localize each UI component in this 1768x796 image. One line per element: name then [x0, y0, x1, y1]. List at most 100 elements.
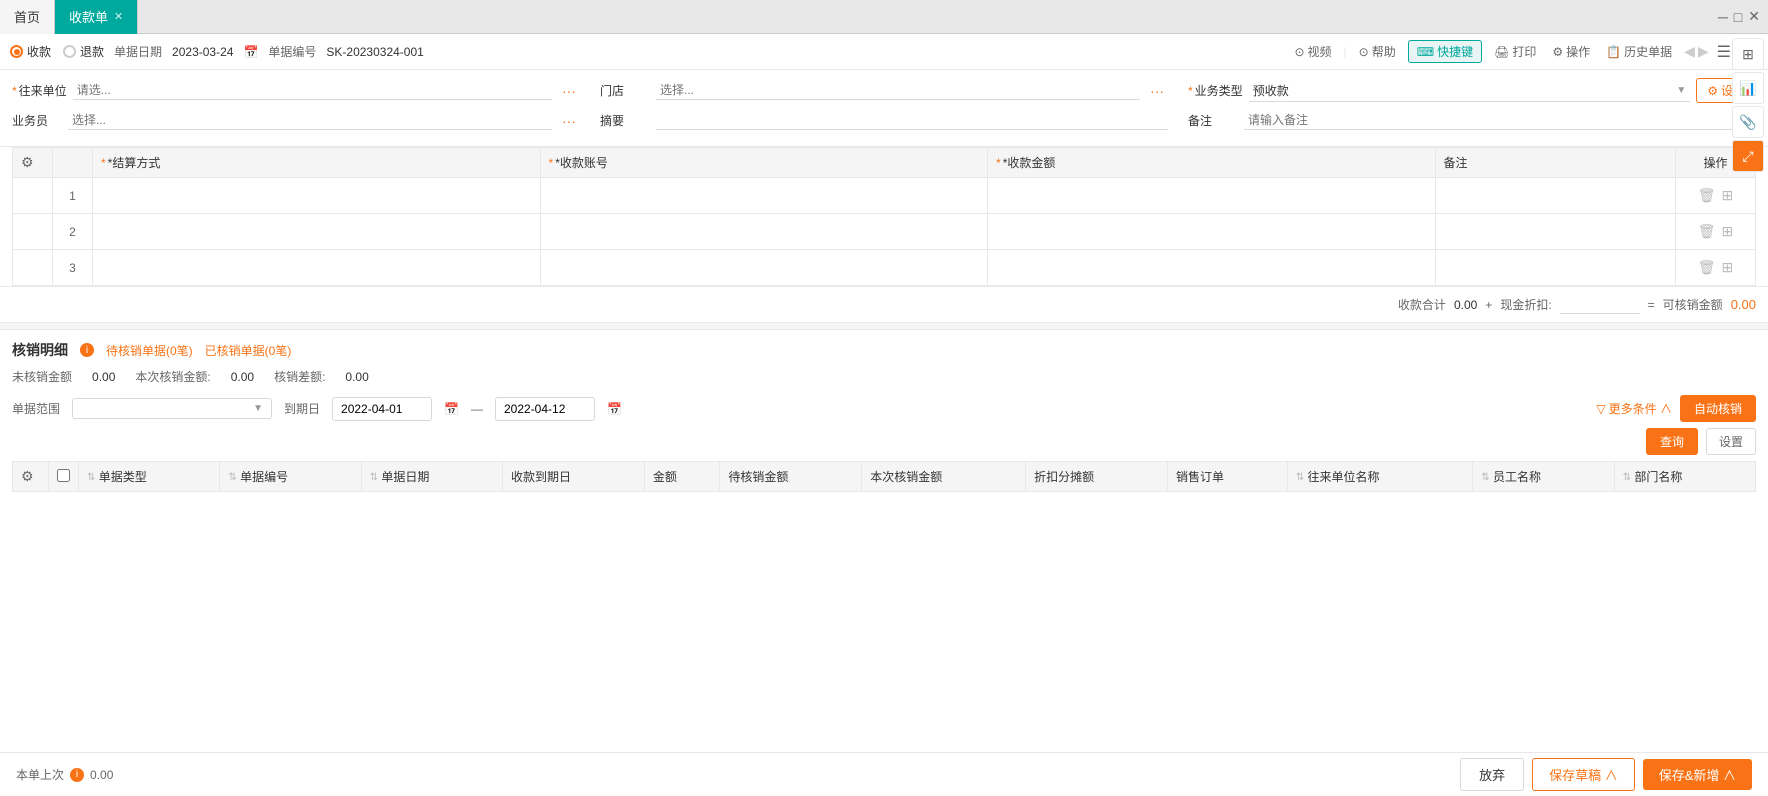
footer: 本单上次 i 0.00 放弃 保存草稿 ∧ 保存&新增 ∧	[0, 752, 1768, 796]
query-btn[interactable]: 查询	[1646, 428, 1698, 455]
abandon-btn[interactable]: 放弃	[1460, 758, 1524, 791]
row3-notes[interactable]	[1435, 250, 1675, 286]
sort-dept-icon: ⇅	[1623, 472, 1631, 483]
sort-bill-date-icon: ⇅	[370, 472, 378, 483]
row1-delete-icon[interactable]: 🗑	[1698, 187, 1716, 204]
row1-notes[interactable]	[1435, 178, 1675, 214]
total-label: 收款合计	[1398, 296, 1446, 313]
bt-col-amount: 金额	[644, 462, 720, 492]
save-new-btn[interactable]: 保存&新增 ∧	[1643, 759, 1752, 790]
more-conditions-btn[interactable]: ▽ 更多条件 ∧	[1596, 400, 1672, 417]
completed-tab-link[interactable]: 已核销单据(0笔)	[205, 342, 292, 359]
bt-select-all[interactable]	[57, 469, 70, 482]
shop-input[interactable]	[656, 81, 1140, 100]
counter-party-input[interactable]	[73, 81, 552, 100]
range-dropdown-arrow: ▼	[253, 403, 263, 414]
bt-col-staff: ⇅ 员工名称	[1473, 462, 1614, 492]
shop-more[interactable]: ···	[1146, 83, 1168, 99]
radio-refund[interactable]: 退款	[63, 43, 104, 60]
cal-from-icon[interactable]: 📅	[444, 402, 459, 416]
sidebar-attachment-btn[interactable]: 📎	[1732, 106, 1764, 138]
row3-amount[interactable]	[988, 250, 1436, 286]
row3-actions: 🗑 ⊞	[1676, 250, 1756, 286]
sidebar-table-btn[interactable]: ⊞	[1732, 38, 1764, 70]
row3-copy-icon[interactable]: ⊞	[1722, 259, 1734, 276]
verification-section: 核销明细 i 待核销单据(0笔) 已核销单据(0笔) 未核销金额 0.00 本次…	[0, 330, 1768, 502]
range-dropdown[interactable]: ▼	[72, 398, 272, 419]
row2-delete-icon[interactable]: 🗑	[1698, 223, 1716, 240]
maximize-icon[interactable]: □	[1734, 9, 1742, 25]
row3-delete-icon[interactable]: 🗑	[1698, 259, 1716, 276]
bt-col-department: ⇅ 部门名称	[1614, 462, 1755, 492]
row1-account[interactable]	[540, 178, 988, 214]
notes-input[interactable]	[1244, 111, 1756, 130]
col-notes-header: 备注	[1435, 148, 1675, 178]
calendar-icon[interactable]: 📅	[243, 45, 258, 59]
right-sidebar: ⊞ 📊 📎 ⤢	[1728, 34, 1768, 176]
row1-copy-icon[interactable]: ⊞	[1722, 187, 1734, 204]
main-content: 收款 退款 单据日期 2023-03-24 📅 单据编号 SK-20230324…	[0, 34, 1768, 796]
shop-label: 门店	[600, 82, 650, 99]
nav-arrows: ◀ ▶	[1684, 43, 1709, 60]
bt-col-checkbox	[49, 462, 79, 492]
row3-settlement[interactable]	[93, 250, 541, 286]
cal-to-icon[interactable]: 📅	[607, 402, 622, 416]
top-toolbar: 收款 退款 单据日期 2023-03-24 📅 单据编号 SK-20230324…	[0, 34, 1768, 70]
auto-cancel-btn[interactable]: 自动核销	[1680, 395, 1756, 422]
staff-input[interactable]	[68, 111, 552, 130]
row1-settlement[interactable]	[93, 178, 541, 214]
save-draft-btn[interactable]: 保存草稿 ∧	[1532, 758, 1635, 791]
pending-tab-link[interactable]: 待核销单据(0笔)	[106, 342, 193, 359]
sidebar-expand-icon: ⤢	[1742, 148, 1753, 165]
row3-settings	[13, 250, 53, 286]
uncanceled-label: 未核销金额	[12, 368, 72, 385]
date-separator: —	[471, 402, 483, 416]
row3-account[interactable]	[540, 250, 988, 286]
print-btn[interactable]: 🖨 打印	[1490, 41, 1540, 62]
next-arrow[interactable]: ▶	[1698, 43, 1709, 60]
operation-btn[interactable]: ⚙ 操作	[1548, 41, 1594, 62]
tab-receipt[interactable]: 收款单 ✕	[55, 0, 138, 34]
staff-more[interactable]: ···	[558, 113, 580, 129]
shortcut-btn[interactable]: ⌨ 快捷键	[1408, 40, 1482, 63]
col-settings-header: ⚙	[13, 148, 53, 178]
help-btn[interactable]: ⊙ 帮助	[1355, 41, 1400, 62]
history-btn[interactable]: 📋 历史单据	[1602, 41, 1676, 62]
counter-party-more[interactable]: ···	[558, 83, 580, 99]
tab-home-label: 首页	[14, 7, 40, 26]
table-row: 2 🗑 ⊞	[13, 214, 1756, 250]
minimize-icon[interactable]: ─	[1718, 9, 1728, 25]
video-btn[interactable]: ⊙ 视频	[1290, 41, 1335, 62]
row1-num: 1	[53, 178, 93, 214]
bt-col-discount: 折扣分摊额	[1026, 462, 1168, 492]
prev-arrow[interactable]: ◀	[1684, 43, 1695, 60]
filter-settings-btn[interactable]: 设置	[1706, 428, 1756, 455]
tab-close-icon[interactable]: ✕	[114, 10, 123, 23]
discount-input[interactable]	[1560, 295, 1640, 314]
date-from-input[interactable]	[332, 397, 432, 421]
summary-label: 摘要	[600, 112, 650, 129]
sort-bill-type-icon: ⇅	[87, 472, 95, 483]
plus-sign: +	[1485, 298, 1492, 312]
summary-input[interactable]	[656, 111, 1168, 130]
bill-date-value: 2023-03-24	[172, 45, 233, 59]
info-icon[interactable]: i	[80, 343, 94, 357]
table-settings-icon[interactable]: ⚙	[21, 154, 34, 170]
row2-account[interactable]	[540, 214, 988, 250]
close-window-icon[interactable]: ✕	[1748, 8, 1760, 25]
row2-notes[interactable]	[1435, 214, 1675, 250]
bt-settings-icon[interactable]: ⚙	[21, 468, 34, 484]
tab-home[interactable]: 首页	[0, 0, 55, 34]
due-date-label: 到期日	[284, 400, 320, 417]
row2-settlement[interactable]	[93, 214, 541, 250]
footer-info-icon[interactable]: i	[70, 768, 84, 782]
row2-amount[interactable]	[988, 214, 1436, 250]
radio-receipt[interactable]: 收款	[10, 43, 51, 60]
sidebar-expand-btn[interactable]: ⤢	[1732, 140, 1764, 172]
row1-amount[interactable]	[988, 178, 1436, 214]
sidebar-chart-btn[interactable]: 📊	[1732, 72, 1764, 104]
date-to-input[interactable]	[495, 397, 595, 421]
row2-copy-icon[interactable]: ⊞	[1722, 223, 1734, 240]
row2-num: 2	[53, 214, 93, 250]
business-type-select[interactable]: 预收款 ▼	[1249, 80, 1691, 102]
